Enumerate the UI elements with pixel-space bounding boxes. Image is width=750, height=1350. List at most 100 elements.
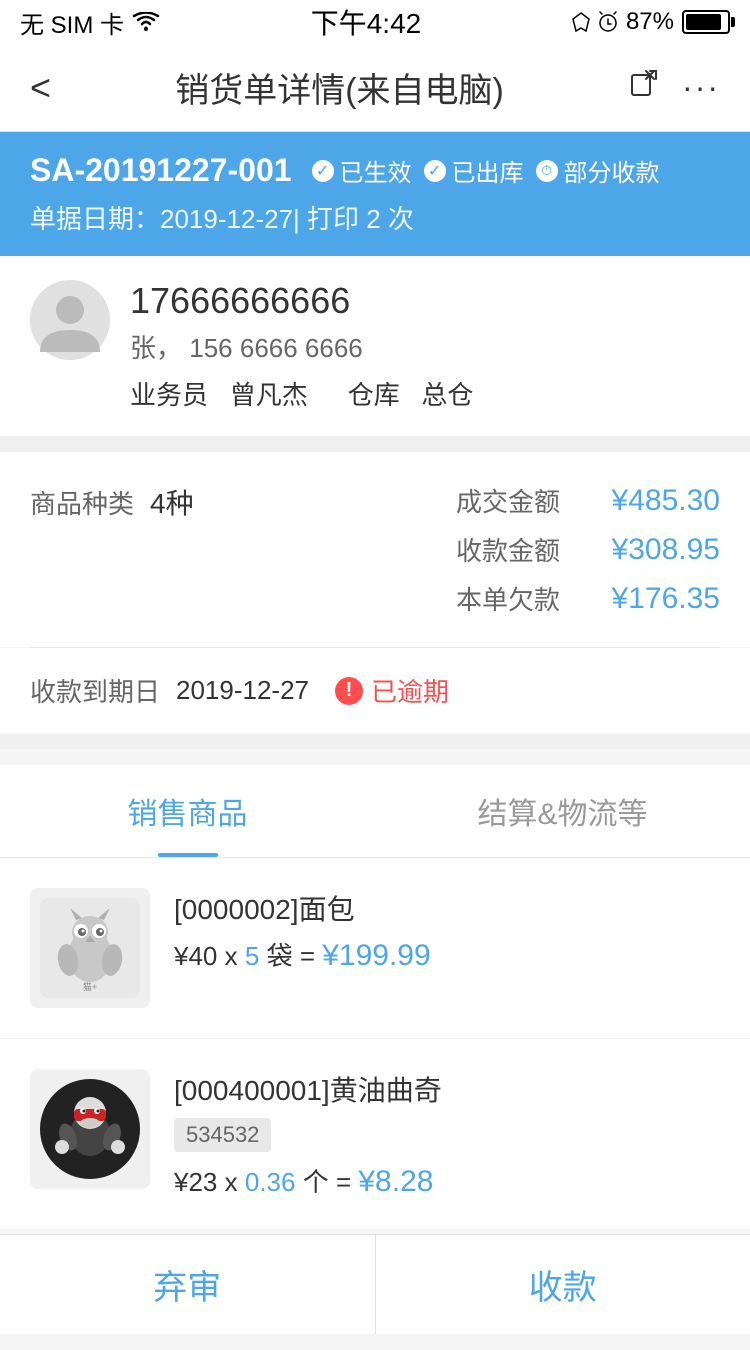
product-info-1: [0000002]面包 ¥40 x 5 袋 = ¥199.99 (174, 888, 720, 973)
print-count: | 打印 2 次 (293, 204, 414, 234)
customer-section: 17666666666 张， 156 6666 6666 业务员 曾凡杰 仓库 … (0, 256, 750, 436)
product-name-2: [000400001]黄油曲奇 (174, 1069, 720, 1109)
customer-phone: 17666666666 (130, 280, 720, 322)
owed-value: ¥176.35 (580, 582, 720, 616)
check-icon-2: ✓ (424, 160, 446, 182)
battery-icon (682, 10, 730, 34)
category-label: 商品种类 (30, 484, 134, 521)
customer-avatar (30, 280, 110, 360)
divider-1 (0, 436, 750, 452)
product-name-1: [0000002]面包 (174, 888, 720, 928)
order-date: 2019-12-27 (160, 204, 293, 234)
customer-name-phone: 张， 156 6666 6666 (130, 328, 720, 365)
wifi-icon (132, 12, 160, 32)
unit-2: 个 (303, 1167, 329, 1197)
summary-section: 商品种类 4种 成交金额 ¥485.30 收款金额 ¥308.95 本单欠款 ¥… (0, 452, 750, 647)
warehouse-row: 仓库 总仓 (348, 375, 474, 412)
collect-payment-label: 收款 (529, 1260, 597, 1309)
status-bar-right: 87% (572, 8, 730, 36)
received-value: ¥308.95 (580, 533, 720, 567)
transaction-row: 成交金额 ¥485.30 (456, 482, 720, 519)
customer-contact-phone: 156 6666 6666 (189, 333, 363, 363)
product-image-2 (40, 1079, 140, 1179)
product-list: 猫+ [0000002]面包 ¥40 x 5 袋 = ¥199.99 (0, 858, 750, 1230)
order-date-row: 单据日期：2019-12-27| 打印 2 次 (30, 199, 720, 236)
product-sku-2: 534532 (174, 1118, 271, 1152)
avatar-icon (30, 280, 110, 360)
badge-delivered: ✓ 已出库 (424, 153, 524, 188)
equals-2: = (336, 1167, 358, 1197)
price-x-1: x (225, 941, 245, 971)
category-info: 商品种类 4种 (30, 482, 194, 522)
transaction-value: ¥485.30 (580, 484, 720, 518)
salesperson-row: 业务员 曾凡杰 (130, 375, 308, 412)
qty-2: 0.36 (245, 1167, 296, 1197)
badge-effective: ✓ 已生效 (312, 153, 412, 188)
product-price-2: ¥23 x 0.36 个 = ¥8.28 (174, 1162, 720, 1199)
customer-name-text: 张， (130, 333, 182, 363)
due-date-section: 收款到期日 2019-12-27 ! 已逾期 (0, 648, 750, 733)
reject-audit-button[interactable]: 弃审 (0, 1235, 376, 1334)
category-value: 4种 (150, 482, 194, 522)
tabs-section: 销售商品 结算&物流等 (0, 765, 750, 858)
alarm-icon (598, 11, 618, 33)
page-title: 销货单详情(来自电脑) (175, 63, 504, 112)
customer-info: 17666666666 张， 156 6666 6666 业务员 曾凡杰 仓库 … (130, 280, 720, 412)
tab-sales-label: 销售商品 (128, 798, 248, 831)
battery-percent: 87% (626, 8, 674, 36)
price-base-1: ¥40 (174, 941, 217, 971)
share-button[interactable] (628, 67, 662, 109)
carrier-text: 无 SIM 卡 (20, 5, 124, 40)
nav-actions: ··· (628, 67, 720, 109)
total-2: ¥8.28 (358, 1165, 433, 1198)
price-x-2: x (225, 1167, 245, 1197)
clock-icon: ⏱ (536, 160, 558, 182)
back-button[interactable]: < (30, 67, 51, 109)
tab-settlement-label: 结算&物流等 (477, 798, 647, 831)
bottom-bar: 弃审 收款 (0, 1234, 750, 1334)
product-item-1: 猫+ [0000002]面包 ¥40 x 5 袋 = ¥199.99 (0, 858, 750, 1039)
reject-audit-label: 弃审 (153, 1260, 221, 1309)
status-badges: ✓ 已生效 ✓ 已出库 ⏱ 部分收款 (312, 153, 660, 188)
collect-payment-button[interactable]: 收款 (376, 1235, 750, 1334)
more-button[interactable]: ··· (682, 69, 720, 106)
nav-bar: < 销货单详情(来自电脑) ··· (0, 44, 750, 132)
product-thumb-2 (30, 1069, 150, 1189)
warehouse-value: 总仓 (421, 380, 473, 410)
price-base-2: ¥23 (174, 1167, 217, 1197)
customer-meta: 业务员 曾凡杰 仓库 总仓 (130, 375, 720, 412)
check-icon: ✓ (312, 160, 334, 182)
salesperson-value: 曾凡杰 (230, 380, 308, 410)
product-thumb-1: 猫+ (30, 888, 150, 1008)
received-row: 收款金额 ¥308.95 (456, 531, 720, 568)
salesperson-label: 业务员 (130, 380, 208, 410)
order-id: SA-20191227-001 (30, 152, 292, 189)
unit-1: 袋 (267, 941, 293, 971)
due-date-value: 2019-12-27 (176, 675, 309, 706)
badge-partial-payment: ⏱ 部分收款 (536, 153, 660, 188)
svg-text:猫+: 猫+ (83, 981, 97, 992)
order-header-top: SA-20191227-001 ✓ 已生效 ✓ 已出库 ⏱ 部分收款 (30, 152, 720, 189)
overdue-badge: ! 已逾期 (335, 672, 449, 709)
status-bar-time: 下午4:42 (311, 2, 422, 42)
product-item-2: [000400001]黄油曲奇 534532 ¥23 x 0.36 个 = ¥8… (0, 1039, 750, 1230)
overdue-icon: ! (335, 677, 363, 705)
transaction-label: 成交金额 (456, 482, 560, 519)
product-price-1: ¥40 x 5 袋 = ¥199.99 (174, 936, 720, 973)
overdue-text: 已逾期 (371, 672, 449, 709)
owed-label: 本单欠款 (456, 580, 560, 617)
date-label: 单据日期： (30, 204, 160, 234)
tab-sales-products[interactable]: 销售商品 (0, 765, 375, 857)
order-header-banner: SA-20191227-001 ✓ 已生效 ✓ 已出库 ⏱ 部分收款 单据日期：… (0, 132, 750, 256)
warehouse-label: 仓库 (348, 380, 400, 410)
total-1: ¥199.99 (322, 939, 430, 972)
divider-2 (0, 733, 750, 749)
qty-1: 5 (245, 941, 259, 971)
product-image-1: 猫+ (40, 898, 140, 998)
status-bar: 无 SIM 卡 下午4:42 87% (0, 0, 750, 44)
product-info-2: [000400001]黄油曲奇 534532 ¥23 x 0.36 个 = ¥8… (174, 1069, 720, 1199)
equals-1: = (300, 941, 322, 971)
received-label: 收款金额 (456, 531, 560, 568)
owed-row: 本单欠款 ¥176.35 (456, 580, 720, 617)
tab-settlement[interactable]: 结算&物流等 (375, 765, 750, 857)
